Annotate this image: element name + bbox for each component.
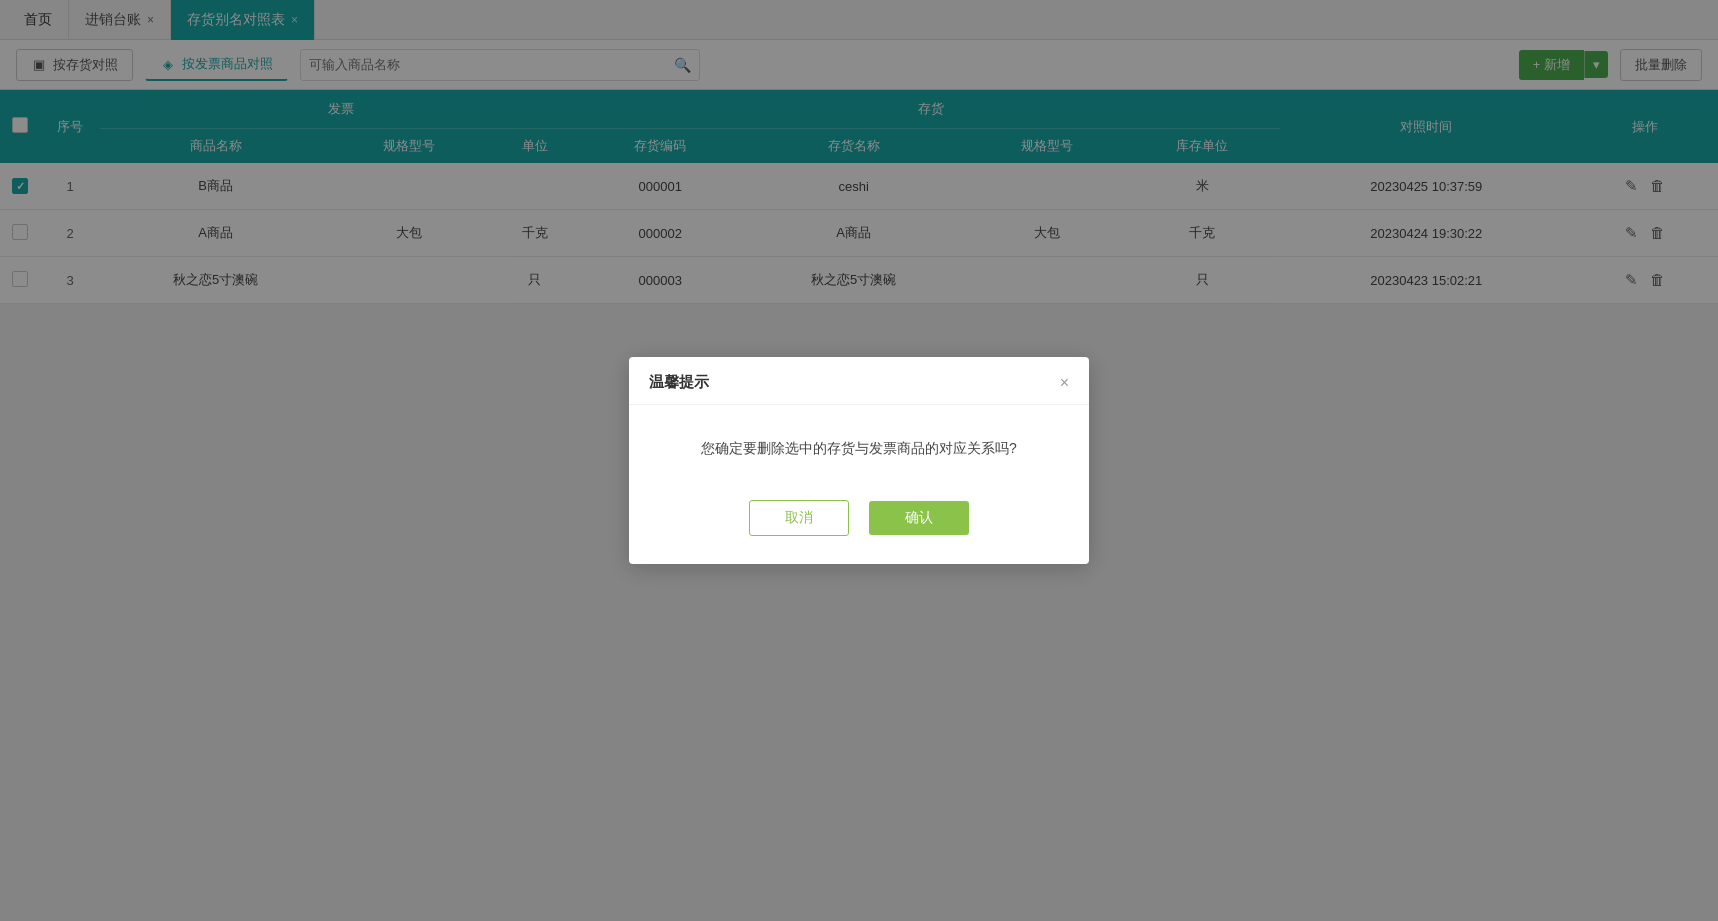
dialog-body: 您确定要删除选中的存货与发票商品的对应关系吗? <box>629 405 1089 483</box>
dialog: 温馨提示 × 您确定要删除选中的存货与发票商品的对应关系吗? 取消 确认 <box>629 357 1089 563</box>
dialog-footer: 取消 确认 <box>629 484 1089 564</box>
dialog-header: 温馨提示 × <box>629 357 1089 405</box>
overlay: 温馨提示 × 您确定要删除选中的存货与发票商品的对应关系吗? 取消 确认 <box>0 0 1718 921</box>
dialog-title: 温馨提示 <box>649 373 709 392</box>
dialog-close-icon[interactable]: × <box>1060 375 1069 391</box>
btn-cancel[interactable]: 取消 <box>749 500 849 536</box>
dialog-message: 您确定要删除选中的存货与发票商品的对应关系吗? <box>701 440 1017 456</box>
btn-confirm[interactable]: 确认 <box>869 501 969 535</box>
